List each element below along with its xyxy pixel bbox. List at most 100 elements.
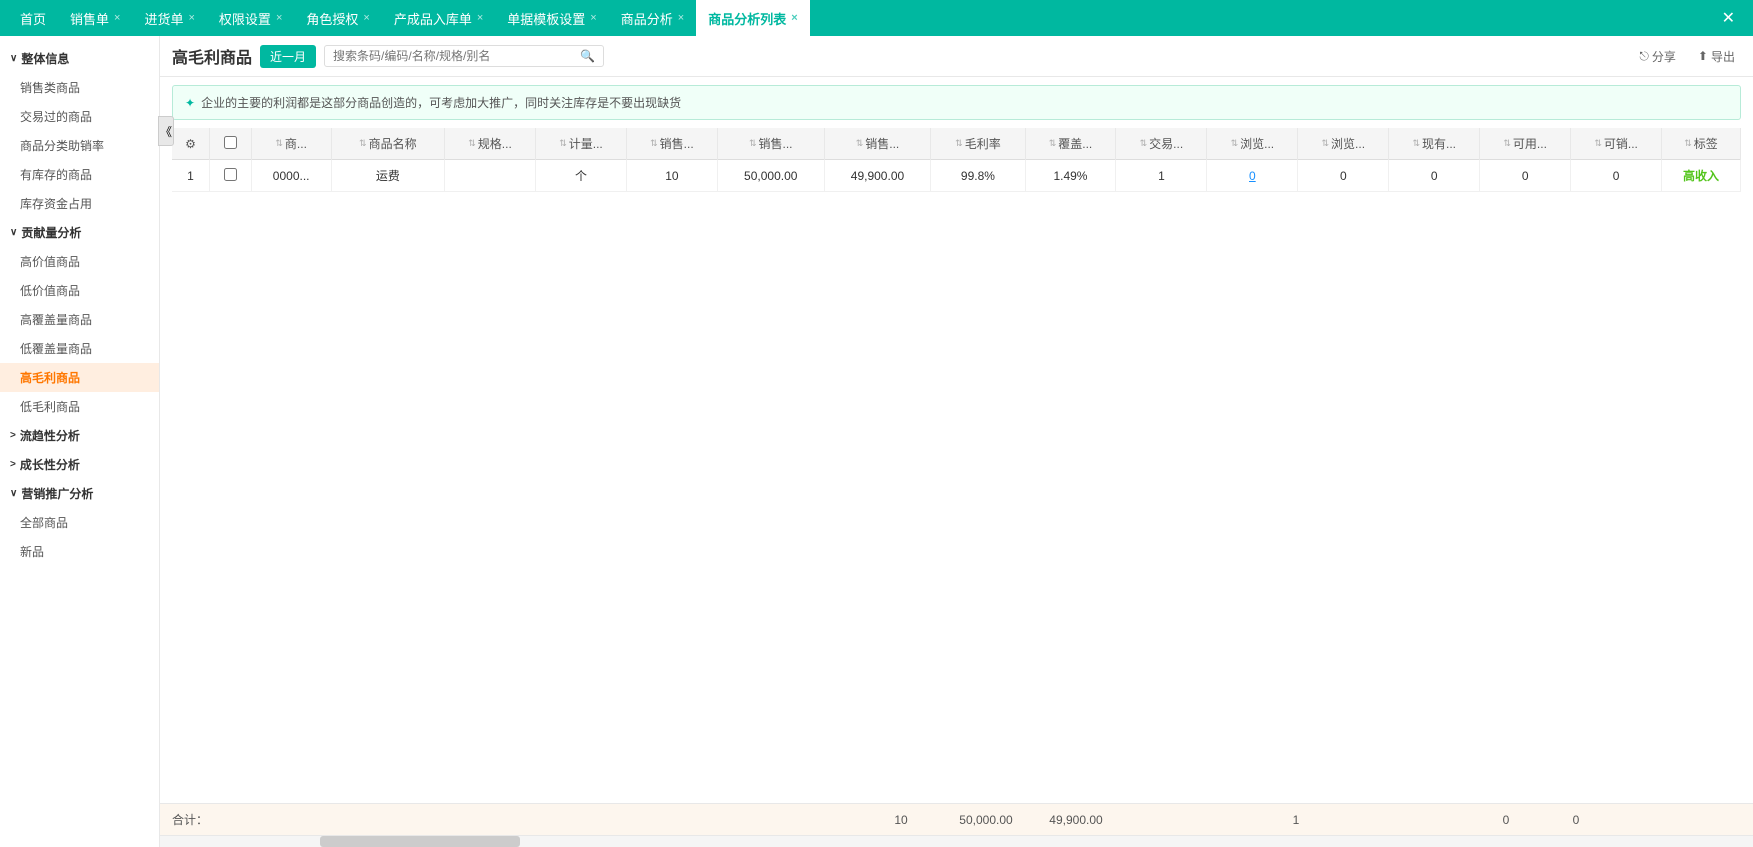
nav-item-单据模板设置[interactable]: 单据模板设置 × [495, 0, 608, 36]
info-banner: ✦ 企业的主要的利润都是这部分商品创造的，可考虑加大推广，同时关注库存是不要出现… [172, 85, 1741, 120]
table-header: ⚙⇅商...⇅商品名称⇅规格...⇅计量...⇅销售...⇅销售...⇅销售..… [172, 128, 1741, 160]
sidebar-group-营销推广分析[interactable]: ∨营销推广分析 [0, 479, 159, 508]
search-input[interactable] [333, 49, 580, 63]
window-close-button[interactable]: ✕ [1712, 8, 1745, 28]
horizontal-scrollbar[interactable] [160, 835, 1753, 847]
nav-item-商品分析列表[interactable]: 商品分析列表 × [696, 0, 809, 36]
nav-close-icon[interactable]: × [114, 12, 120, 24]
sidebar-item-新品[interactable]: 新品 [0, 537, 159, 566]
search-icon[interactable]: 🔍 [580, 49, 595, 63]
group-arrow-icon: ∨ [10, 227, 17, 238]
col-header-settings: ⚙ [172, 128, 209, 160]
share-icon: ⎋ [1639, 49, 1649, 64]
sidebar: ∨整体信息销售类商品交易过的商品商品分类助销率有库存的商品库存资金占用∨贡献量分… [0, 36, 160, 847]
sidebar-item-低覆盖量商品[interactable]: 低覆盖量商品 [0, 334, 159, 363]
cell-name: 运费 [331, 160, 444, 192]
cell-current_stock: 0 [1389, 160, 1480, 192]
nav-close-icon[interactable]: × [363, 12, 369, 24]
nav-item-角色授权[interactable]: 角色授权 × [294, 0, 381, 36]
sidebar-item-高覆盖量商品[interactable]: 高覆盖量商品 [0, 305, 159, 334]
col-sort-icon: ⇅ [468, 138, 476, 149]
col-header-sellable[interactable]: ⇅可销... [1571, 128, 1662, 160]
sidebar-item-全部商品[interactable]: 全部商品 [0, 508, 159, 537]
export-icon: ⬆ [1698, 49, 1708, 63]
sidebar-group-贡献量分析[interactable]: ∨贡献量分析 [0, 218, 159, 247]
col-header-sales_qty[interactable]: ⇅销售... [626, 128, 717, 160]
sidebar-item-交易过的商品[interactable]: 交易过的商品 [0, 102, 159, 131]
sidebar-item-高毛利商品[interactable]: 高毛利商品 [0, 363, 159, 392]
col-header-gross_margin[interactable]: ⇅毛利率 [931, 128, 1025, 160]
col-header-name[interactable]: ⇅商品名称 [331, 128, 444, 160]
group-arrow-icon: > [10, 430, 16, 441]
select-all-checkbox[interactable] [224, 136, 237, 149]
sidebar-item-商品分类助销率[interactable]: 商品分类助销率 [0, 131, 159, 160]
sidebar-item-低价值商品[interactable]: 低价值商品 [0, 276, 159, 305]
col-header-unit[interactable]: ⇅计量... [536, 128, 627, 160]
search-box: 🔍 [324, 45, 604, 67]
col-header-views2[interactable]: ⇅浏览... [1298, 128, 1389, 160]
table-row: 10000...运费个1050,000.0049,900.0099.8%1.49… [172, 160, 1741, 192]
sidebar-item-高价值商品[interactable]: 高价值商品 [0, 247, 159, 276]
header-actions: ⎋ 分享 ⬆ 导出 [1633, 45, 1741, 68]
content-header: 高毛利商品 近一月 🔍 ⎋ 分享 ⬆ 导出 [160, 36, 1753, 77]
top-nav: 首页销售单 ×进货单 ×权限设置 ×角色授权 ×产成品入库单 ×单据模板设置 ×… [0, 0, 1753, 36]
col-header-spec[interactable]: ⇅规格... [445, 128, 536, 160]
footer-sales-qty: 10 [861, 813, 941, 827]
nav-item-销售单[interactable]: 销售单 × [58, 0, 132, 36]
col-sort-icon: ⇅ [749, 138, 757, 149]
col-sort-icon: ⇅ [955, 138, 963, 149]
col-header-tag[interactable]: ⇅标签 [1662, 128, 1741, 160]
settings-icon[interactable]: ⚙ [185, 137, 196, 151]
nav-close-icon[interactable]: × [188, 12, 194, 24]
sidebar-item-低毛利商品[interactable]: 低毛利商品 [0, 392, 159, 421]
sidebar-group-整体信息[interactable]: ∨整体信息 [0, 44, 159, 73]
sidebar-item-销售类商品[interactable]: 销售类商品 [0, 73, 159, 102]
col-header-code[interactable]: ⇅商... [251, 128, 331, 160]
col-header-available_stock[interactable]: ⇅可用... [1480, 128, 1571, 160]
sidebar-group-成长性分析[interactable]: >成长性分析 [0, 450, 159, 479]
nav-item-首页[interactable]: 首页 [8, 0, 58, 36]
col-header-sales_amount[interactable]: ⇅销售... [717, 128, 824, 160]
share-button[interactable]: ⎋ 分享 [1633, 45, 1682, 68]
time-filter-button[interactable]: 近一月 [260, 45, 316, 68]
col-header-current_stock[interactable]: ⇅现有... [1389, 128, 1480, 160]
cell-sellable: 0 [1571, 160, 1662, 192]
nav-item-进货单[interactable]: 进货单 × [132, 0, 206, 36]
cell-index: 1 [172, 160, 209, 192]
group-arrow-icon: ∨ [10, 488, 17, 499]
nav-close-icon[interactable]: × [477, 12, 483, 24]
footer-row: 合计： 10 50,000.00 49,900.00 1 0 0 [160, 803, 1753, 835]
col-header-coverage[interactable]: ⇅覆盖... [1025, 128, 1116, 160]
group-arrow-icon: ∨ [10, 53, 17, 64]
sidebar-group-流趋性分析[interactable]: >流趋性分析 [0, 421, 159, 450]
col-sort-icon: ⇅ [559, 138, 567, 149]
scrollbar-thumb[interactable] [320, 836, 520, 847]
footer-current-stock: 0 [1471, 813, 1541, 827]
cell-checkbox[interactable] [209, 160, 251, 192]
cell-views1[interactable]: 0 [1207, 160, 1298, 192]
page-title: 高毛利商品 [172, 44, 252, 68]
nav-item-权限设置[interactable]: 权限设置 × [207, 0, 294, 36]
nav-close-icon[interactable]: × [678, 12, 684, 24]
sidebar-item-有库存的商品[interactable]: 有库存的商品 [0, 160, 159, 189]
col-sort-icon: ⇅ [1049, 138, 1057, 149]
nav-close-icon[interactable]: × [791, 12, 797, 24]
cell-sales_qty: 10 [626, 160, 717, 192]
cell-tag: 高收入 [1662, 160, 1741, 192]
nav-item-产成品入库单[interactable]: 产成品入库单 × [382, 0, 495, 36]
col-sort-icon: ⇅ [359, 138, 367, 149]
col-header-sales_profit[interactable]: ⇅销售... [824, 128, 931, 160]
col-header-transactions[interactable]: ⇅交易... [1116, 128, 1207, 160]
col-header-views1[interactable]: ⇅浏览... [1207, 128, 1298, 160]
col-sort-icon: ⇅ [1412, 138, 1420, 149]
nav-close-icon[interactable]: × [590, 12, 596, 24]
cell-coverage: 1.49% [1025, 160, 1116, 192]
sidebar-collapse-button[interactable]: 《 [158, 116, 174, 146]
nav-close-icon[interactable]: × [276, 12, 282, 24]
cell-views2: 0 [1298, 160, 1389, 192]
cell-transactions: 1 [1116, 160, 1207, 192]
row-checkbox[interactable] [224, 168, 237, 181]
nav-item-商品分析[interactable]: 商品分析 × [609, 0, 696, 36]
export-button[interactable]: ⬆ 导出 [1692, 45, 1741, 68]
sidebar-item-库存资金占用[interactable]: 库存资金占用 [0, 189, 159, 218]
